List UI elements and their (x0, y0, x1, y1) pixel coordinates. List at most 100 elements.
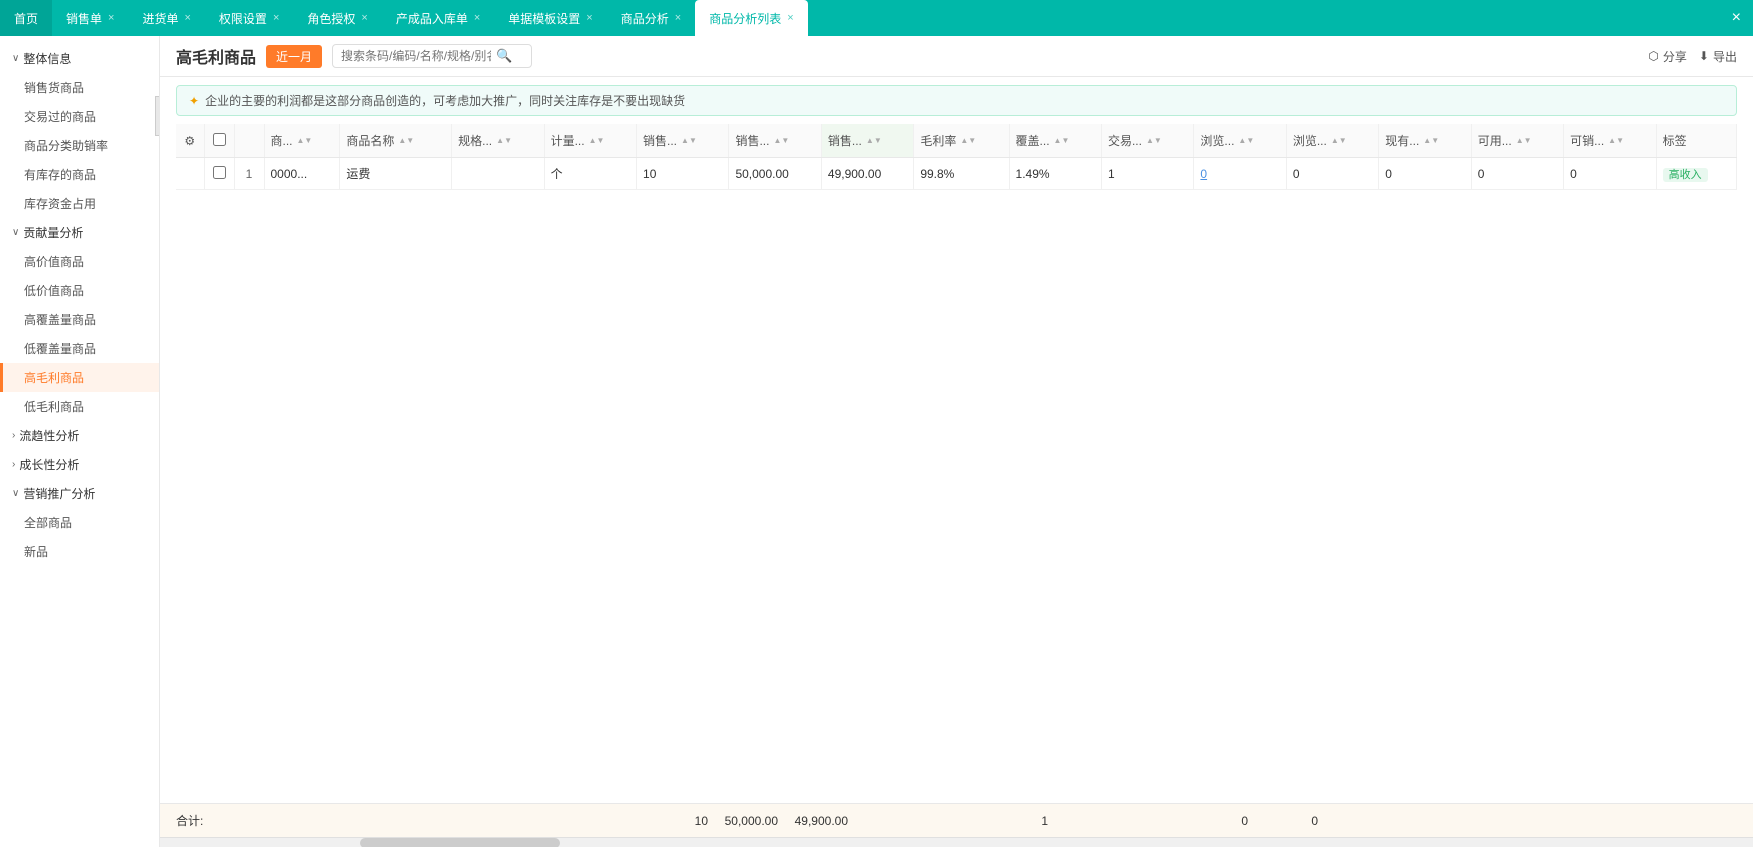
sidebar-item-new-goods[interactable]: 新品 (0, 537, 159, 566)
sort-icon[interactable]: ▲▼ (960, 136, 976, 145)
sort-icon[interactable]: ▲▼ (1146, 136, 1162, 145)
horizontal-scrollbar[interactable] (160, 837, 1753, 847)
column-sales-qty: 销售... ▲▼ (637, 124, 729, 158)
column-current-stock: 现有... ▲▼ (1379, 124, 1471, 158)
sidebar-item-high-margin[interactable]: 高毛利商品 (0, 363, 159, 392)
sidebar-item-high-value[interactable]: 高价值商品 (0, 247, 159, 276)
footer-label: 合计: (176, 812, 256, 829)
nav-item-sales[interactable]: 销售单 × (52, 0, 128, 36)
main-layout: « ∨ 整体信息 销售货商品 交易过的商品 商品分类助销率 有库存的商品 库存资… (0, 36, 1753, 847)
cell-name: 运费 (340, 158, 452, 190)
sidebar-group-contribution[interactable]: ∨ 贡献量分析 (0, 218, 159, 247)
nav-item-product-warehouse[interactable]: 产成品入库单 × (382, 0, 494, 36)
footer-sales-qty: 10 (644, 814, 714, 828)
cell-sales-profit: 49,900.00 (821, 158, 913, 190)
sort-icon[interactable]: ▲▼ (496, 136, 512, 145)
gear-icon[interactable]: ⚙ (184, 134, 195, 148)
star-icon: ✦ (189, 94, 199, 108)
close-icon[interactable]: × (184, 12, 190, 24)
column-num (234, 124, 264, 158)
sort-icon[interactable]: ▲▼ (398, 136, 414, 145)
footer-available: 0 (1254, 814, 1324, 828)
close-icon[interactable]: × (474, 12, 480, 24)
data-table: ⚙ 商... ▲▼ (176, 124, 1737, 190)
cell-gross-margin: 99.8% (914, 158, 1009, 190)
close-icon[interactable]: × (361, 12, 367, 24)
column-coverage: 覆盖... ▲▼ (1009, 124, 1101, 158)
nav-item-product-analysis-list[interactable]: 商品分析列表 × (695, 0, 807, 36)
sidebar-item-high-coverage[interactable]: 高覆盖量商品 (0, 305, 159, 334)
content-header: 高毛利商品 近一月 🔍 ⬡ 分享 ⬇ 导出 (160, 36, 1753, 77)
cell-sales-amt: 50,000.00 (729, 158, 821, 190)
cell-available: 0 (1471, 158, 1563, 190)
info-banner: ✦ 企业的主要的利润都是这部分商品创造的，可考虑加大推广，同时关注库存是不要出现… (176, 85, 1737, 116)
share-button[interactable]: ⬡ 分享 (1648, 48, 1687, 65)
table-wrapper: ⚙ 商... ▲▼ (160, 124, 1753, 803)
browse1-link[interactable]: 0 (1200, 167, 1207, 181)
search-box: 🔍 (332, 44, 532, 68)
cell-transaction: 1 (1101, 158, 1193, 190)
footer-current-stock: 0 (1184, 814, 1254, 828)
sidebar-collapse-button[interactable]: « (155, 96, 160, 136)
nav-item-purchase[interactable]: 进货单 × (128, 0, 204, 36)
cell-unit: 个 (544, 158, 636, 190)
expand-icon: › (12, 459, 15, 470)
sort-icon[interactable]: ▲▼ (1516, 136, 1532, 145)
nav-item-role[interactable]: 角色授权 × (293, 0, 381, 36)
cell-spec (452, 158, 544, 190)
column-saleable: 可销... ▲▼ (1564, 124, 1656, 158)
cell-browse1: 0 (1194, 158, 1286, 190)
column-browse1: 浏览... ▲▼ (1194, 124, 1286, 158)
sidebar-item-sales-goods[interactable]: 销售货商品 (0, 73, 159, 102)
sidebar-item-low-value[interactable]: 低价值商品 (0, 276, 159, 305)
close-icon[interactable]: × (675, 12, 681, 24)
sort-icon[interactable]: ▲▼ (1331, 136, 1347, 145)
expand-icon: › (12, 430, 15, 441)
sidebar-group-overall[interactable]: ∨ 整体信息 (0, 44, 159, 73)
close-icon[interactable]: × (108, 12, 114, 24)
page-title: 高毛利商品 (176, 44, 256, 68)
close-icon[interactable]: × (273, 12, 279, 24)
column-browse2: 浏览... ▲▼ (1286, 124, 1378, 158)
sidebar-item-all-goods[interactable]: 全部商品 (0, 508, 159, 537)
sidebar-item-low-margin[interactable]: 低毛利商品 (0, 392, 159, 421)
sort-icon[interactable]: ▲▼ (681, 136, 697, 145)
search-icon[interactable]: 🔍 (496, 48, 512, 64)
select-all-checkbox[interactable] (213, 133, 226, 146)
sidebar-group-marketing[interactable]: ∨ 营销推广分析 (0, 479, 159, 508)
export-button[interactable]: ⬇ 导出 (1699, 48, 1737, 65)
nav-item-permission[interactable]: 权限设置 × (205, 0, 293, 36)
row-checkbox[interactable] (213, 166, 226, 179)
sidebar-group-growth[interactable]: › 成长性分析 (0, 450, 159, 479)
nav-item-template[interactable]: 单据模板设置 × (494, 0, 606, 36)
sort-icon[interactable]: ▲▼ (866, 136, 882, 145)
cell-gear (176, 158, 204, 190)
sort-icon[interactable]: ▲▼ (1423, 136, 1439, 145)
sidebar-item-category-rate[interactable]: 商品分类助销率 (0, 131, 159, 160)
close-icon[interactable]: × (586, 12, 592, 24)
nav-item-product-analysis[interactable]: 商品分析 × (607, 0, 695, 36)
footer-total: 合计: 10 50,000.00 49,900.00 1 0 0 (160, 803, 1753, 837)
sort-icon[interactable]: ▲▼ (589, 136, 605, 145)
footer-transaction: 1 (984, 814, 1054, 828)
sidebar-item-traded-goods[interactable]: 交易过的商品 (0, 102, 159, 131)
nav-item-home[interactable]: 首页 (0, 0, 52, 36)
period-button[interactable]: 近一月 (266, 45, 322, 68)
close-icon[interactable]: × (787, 12, 793, 24)
sort-icon[interactable]: ▲▼ (1054, 136, 1070, 145)
sidebar-group-trend[interactable]: › 流趋性分析 (0, 421, 159, 450)
sidebar-item-stock-capital[interactable]: 库存资金占用 (0, 189, 159, 218)
sort-icon[interactable]: ▲▼ (773, 136, 789, 145)
expand-icon: ∨ (12, 227, 19, 238)
sidebar-item-in-stock[interactable]: 有库存的商品 (0, 160, 159, 189)
sort-icon[interactable]: ▲▼ (1238, 136, 1254, 145)
sort-icon[interactable]: ▲▼ (297, 136, 313, 145)
column-spec: 规格... ▲▼ (452, 124, 544, 158)
search-input[interactable] (341, 49, 491, 63)
sort-icon[interactable]: ▲▼ (1608, 136, 1624, 145)
column-name: 商品名称 ▲▼ (340, 124, 452, 158)
sidebar-item-low-coverage[interactable]: 低覆盖量商品 (0, 334, 159, 363)
column-tag: 标签 (1656, 124, 1736, 158)
column-settings[interactable]: ⚙ (176, 124, 204, 158)
window-close-button[interactable]: × (1732, 9, 1753, 27)
